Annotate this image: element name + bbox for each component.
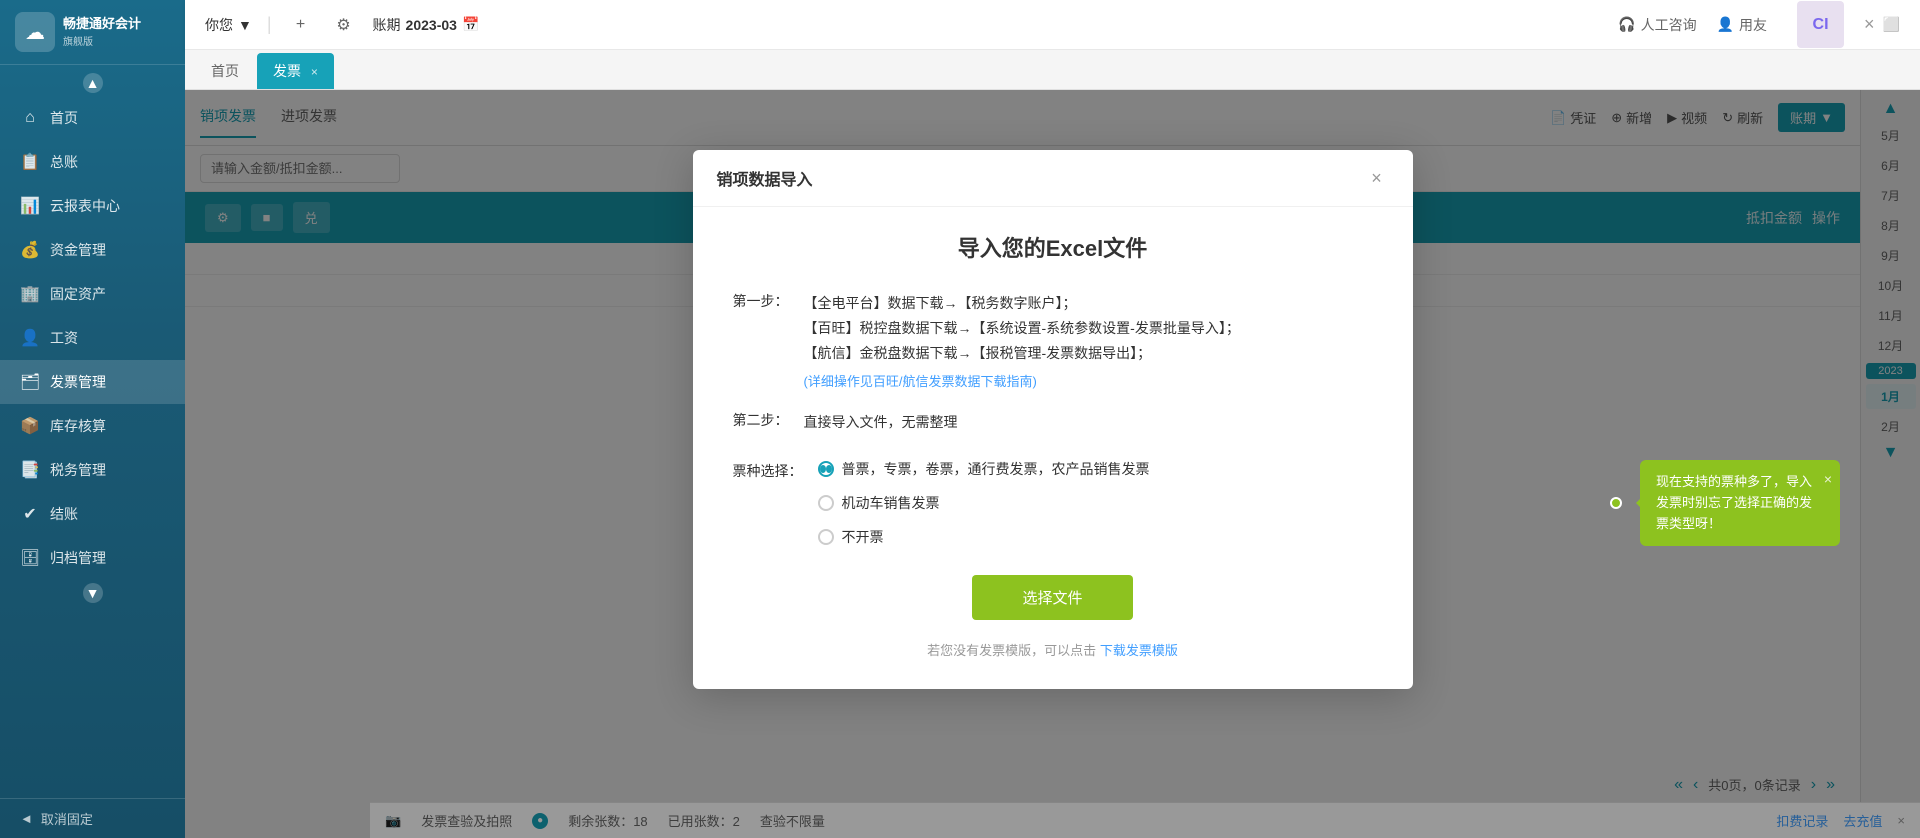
tab-home[interactable]: 首页 [195,53,255,89]
sidebar-item-cloud[interactable]: 📊 云报表中心 [0,184,185,228]
ticket-label: 票种选择： [733,459,803,481]
tooltip-bubble: × 现在支持的票种多了，导入发票时别忘了选择正确的发票类型呀！ [1640,460,1840,546]
step2: 第二步： 直接导入文件，无需整理 [733,410,1373,435]
sidebar-unpin-button[interactable]: ◄ 取消固定 [0,798,185,838]
step1: 第一步： 【全电平台】数据下载→【税务数字账户】； 【百旺】税控盘数据下载→【系… [733,291,1373,390]
calendar-icon[interactable]: 📅 [462,16,479,33]
user-icon: 👤 [1717,16,1734,33]
cloud-icon: 📊 [20,196,40,216]
sidebar-item-invoice[interactable]: 🗂 发票管理 [0,360,185,404]
sidebar-logo: ☁ 畅捷通好会计 旗舰版 [0,0,185,65]
settle-icon: ✔ [20,504,40,524]
settings-icon[interactable]: ⚙ [330,11,358,39]
sidebar-scroll-up[interactable]: ▲ [83,73,103,93]
ticket-radio-group: 普票，专票，卷票，通行费发票，农产品销售发票 机动车销售发票 不开票 [818,459,1150,547]
company-selector[interactable]: 你您 ▼ [205,15,252,35]
chevron-down-icon: ▼ [238,17,252,33]
download-template-link[interactable]: 下载发票模版 [1100,643,1178,658]
home-icon: ⌂ [20,109,40,127]
pin-icon: ◄ [20,811,33,826]
add-button[interactable]: + [287,11,315,39]
select-file-button[interactable]: 选择文件 [972,575,1132,620]
tax-icon: 📑 [20,460,40,480]
app-logo-text: 畅捷通好会计 旗舰版 [63,16,141,48]
content-area: 销项发票 进项发票 📄 凭证 ⊕ 新增 ▶ [185,90,1920,838]
dialog-title: 销项数据导入 [717,166,813,190]
sidebar-item-ledger[interactable]: 📋 总账 [0,140,185,184]
inventory-icon: 📦 [20,416,40,436]
ledger-icon: 📋 [20,152,40,172]
sidebar-item-home[interactable]: ⌂ 首页 [0,96,185,140]
step1-line1: 【全电平台】数据下载→【税务数字账户】； [804,291,1373,316]
sidebar-item-tax[interactable]: 📑 税务管理 [0,448,185,492]
payroll-icon: 👤 [20,328,40,348]
assets-icon: 🏢 [20,284,40,304]
tooltip-dot [1610,497,1622,509]
topbar-divider: | [267,14,272,35]
topbar-right: 🎧 人工咨询 👤 用友 CI × ⬜ [1618,1,1900,48]
radio-unchecked-icon [818,529,834,545]
dialog-close-button[interactable]: × [1365,166,1389,190]
step1-detail-link[interactable]: (详细操作见百旺/航信发票数据下载指南) [804,374,1037,389]
step1-line3: 【航信】金税盘数据下载→【报税管理-发票数据导出】； [804,341,1373,366]
import-dialog: 销项数据导入 × 导入您的Excel文件 第一步： 【全电平台】数据下载→【税务… [693,150,1413,689]
step1-line2: 【百旺】税控盘数据下载→【系统设置-系统参数设置-发票批量导入】； [804,316,1373,341]
ticket-choice: 票种选择： 普票，专票，卷票，通行费发票，农产品销售发票 机动车销售发票 [733,459,1373,547]
sidebar-item-label: 工资 [50,328,78,348]
sidebar-item-label: 云报表中心 [50,196,120,216]
sidebar-item-label: 首页 [50,108,78,128]
invoice-icon: 🗂 [20,372,40,392]
import-main-title: 导入您的Excel文件 [733,231,1373,263]
sidebar-item-label: 发票管理 [50,372,106,392]
avatar: CI [1797,1,1844,48]
tooltip-close-button[interactable]: × [1824,468,1832,490]
sidebar-item-label: 固定资产 [50,284,106,304]
sidebar-item-inventory[interactable]: 📦 库存核算 [0,404,185,448]
archive-icon: 🗄 [20,548,40,568]
main-area: 你您 ▼ | + ⚙ 账期 2023-03 📅 🎧 人工咨询 👤 用友 CI [185,0,1920,838]
ticket-option-2[interactable]: 机动车销售发票 [818,493,1150,513]
sidebar-item-label: 资金管理 [50,240,106,260]
headset-icon: 🎧 [1618,16,1635,33]
sidebar-item-archive[interactable]: 🗄 归档管理 [0,536,185,580]
radio-checked-icon [818,461,834,477]
dialog-header: 销项数据导入 × [693,150,1413,207]
finance-icon: 💰 [20,240,40,260]
sidebar-item-assets[interactable]: 🏢 固定资产 [0,272,185,316]
radio-unchecked-icon [818,495,834,511]
sidebar-scroll-down[interactable]: ▼ [83,583,103,603]
user-menu[interactable]: 👤 用友 [1717,15,1767,35]
period-display: 账期 2023-03 📅 [373,15,480,35]
step1-content: 【全电平台】数据下载→【税务数字账户】； 【百旺】税控盘数据下载→【系统设置-系… [804,291,1373,390]
sidebar-item-payroll[interactable]: 👤 工资 [0,316,185,360]
sidebar-item-settle[interactable]: ✔ 结账 [0,492,185,536]
app-logo-icon: ☁ [15,12,55,52]
tab-close-icon[interactable]: × [311,65,318,79]
sidebar-item-label: 结账 [50,504,78,524]
window-controls: × ⬜ [1864,14,1900,35]
window-close-icon[interactable]: × [1864,14,1875,35]
sidebar-item-label: 税务管理 [50,460,106,480]
tab-bar: 首页 发票 × [185,50,1920,90]
ticket-option-1[interactable]: 普票，专票，卷票，通行费发票，农产品销售发票 [818,459,1150,479]
topbar: 你您 ▼ | + ⚙ 账期 2023-03 📅 🎧 人工咨询 👤 用友 CI [185,0,1920,50]
sidebar-item-label: 库存核算 [50,416,106,436]
step2-content: 直接导入文件，无需整理 [804,410,1373,435]
service-button[interactable]: 🎧 人工咨询 [1618,15,1696,35]
select-file-area: 选择文件 [733,575,1373,620]
window-maximize-icon[interactable]: ⬜ [1883,16,1900,33]
sidebar: ☁ 畅捷通好会计 旗舰版 ▲ ⌂ 首页 📋 总账 📊 云报表中心 💰 资金管理 … [0,0,185,838]
step2-label: 第二步： [733,410,789,435]
tab-invoice[interactable]: 发票 × [257,53,334,89]
dialog-body: 导入您的Excel文件 第一步： 【全电平台】数据下载→【税务数字账户】； 【百… [693,207,1413,689]
sidebar-item-finance[interactable]: 💰 资金管理 [0,228,185,272]
sidebar-item-label: 总账 [50,152,78,172]
ticket-option-3[interactable]: 不开票 [818,527,1150,547]
step2-text: 直接导入文件，无需整理 [804,410,1373,435]
step1-label: 第一步： [733,291,789,390]
dialog-footer-note: 若您没有发票模版，可以点击 下载发票模版 [733,640,1373,659]
sidebar-item-label: 归档管理 [50,548,106,568]
